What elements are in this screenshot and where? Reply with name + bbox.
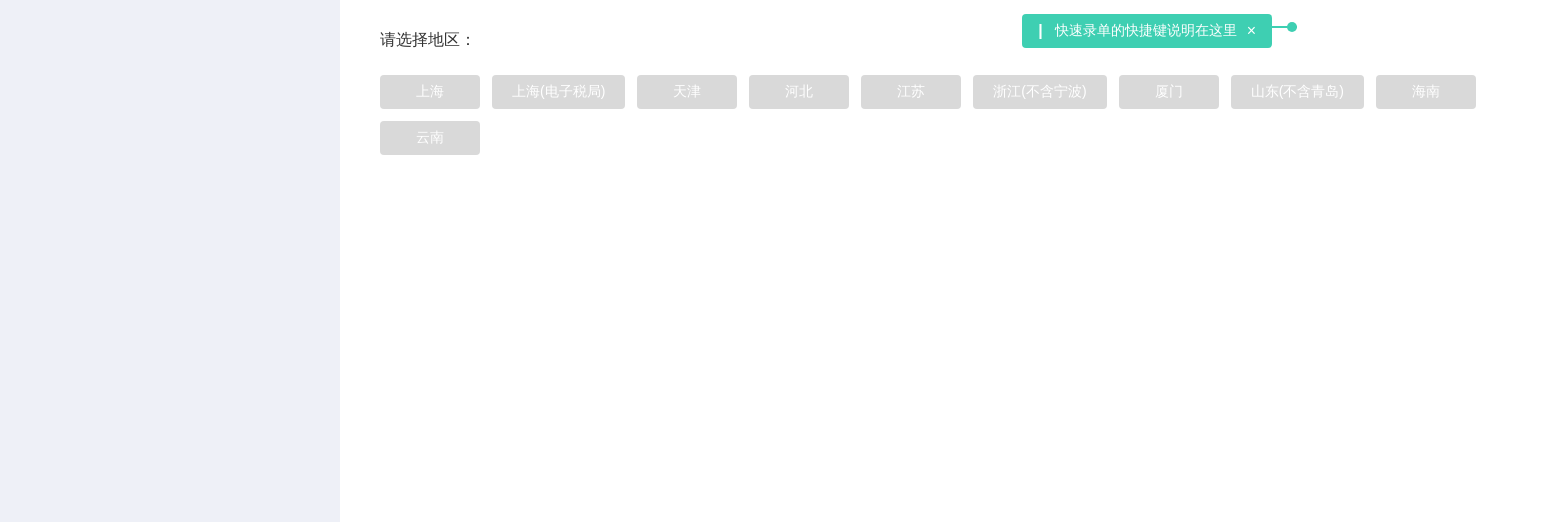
region-button-jiangsu[interactable]: 江苏	[861, 75, 961, 109]
region-button-yunnan[interactable]: 云南	[380, 121, 480, 155]
sidebar	[0, 0, 340, 522]
tooltip-banner: 快速录单的快捷键说明在这里 ×	[1022, 14, 1272, 48]
region-button-tianjin[interactable]: 天津	[637, 75, 737, 109]
region-button-shandong[interactable]: 山东(不含青岛)	[1231, 75, 1364, 109]
tooltip-close-button[interactable]: ×	[1247, 23, 1256, 39]
region-buttons-container: 上海上海(电子税局) 天津河北江苏浙江(不含宁波) 厦门山东(不含青岛) 海南云南	[380, 75, 1522, 155]
region-button-shanghai[interactable]: 上海	[380, 75, 480, 109]
region-button-xiamen[interactable]: 厦门	[1119, 75, 1219, 109]
tooltip-text: 快速录单的快捷键说明在这里	[1055, 22, 1237, 40]
region-button-zhejiang[interactable]: 浙江(不含宁波)	[973, 75, 1106, 109]
connector-dot	[1287, 22, 1297, 32]
region-button-hainan[interactable]: 海南	[1376, 75, 1476, 109]
main-content: 请选择地区： 上海上海(电子税局) 天津河北江苏浙江(不含宁波) 厦门山东(不含青岛…	[340, 0, 1562, 522]
page-title: 请选择地区：	[380, 30, 1522, 51]
region-button-shanghai-etax[interactable]: 上海(电子税局)	[492, 75, 625, 109]
region-button-hebei[interactable]: 河北	[749, 75, 849, 109]
